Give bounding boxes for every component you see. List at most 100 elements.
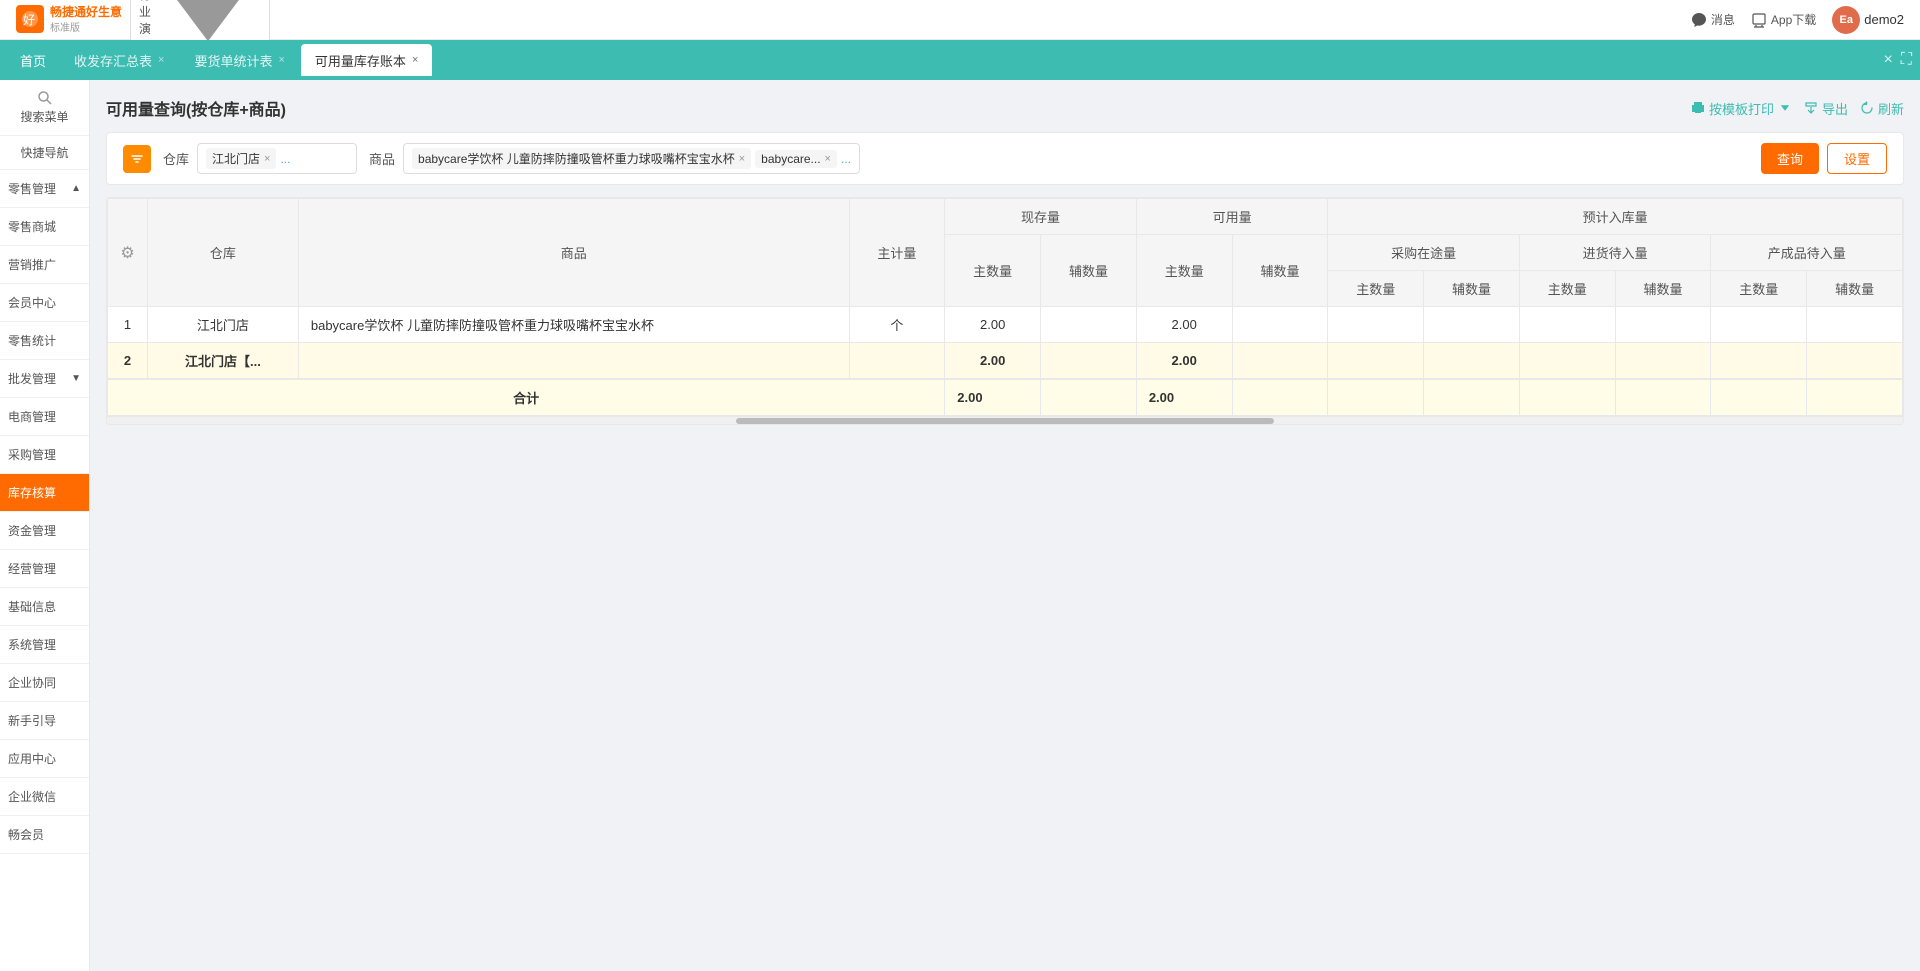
print-template-btn[interactable]: 按模板打印 xyxy=(1691,99,1792,118)
sidebar-search[interactable]: 搜索菜单 xyxy=(0,80,89,136)
sidebar-item-sys-mgmt[interactable]: 系统管理 xyxy=(0,626,89,664)
sidebar-item-newbie[interactable]: 新手引导 xyxy=(0,702,89,740)
column-settings-icon[interactable]: ⚙ xyxy=(120,245,134,262)
th-stock-main: 主数量 xyxy=(945,235,1041,307)
th-incoming-aux: 辅数量 xyxy=(1615,271,1711,307)
sidebar-item-label: 经营管理 xyxy=(8,560,56,577)
row-product: babycare学饮杯 儿童防摔防撞吸管杯重力球吸嘴杯宝宝水杯 xyxy=(298,307,849,343)
avatar: Ea xyxy=(1832,6,1860,34)
sidebar-item-label: 系统管理 xyxy=(8,636,56,653)
tab-order-stat-label: 要货单统计表 xyxy=(194,51,272,70)
table-header-row-1: ⚙ 仓库 商品 主计量 现存量 可用量 预计入库量 xyxy=(108,199,1903,235)
brand-name: 畅捷通好生意 xyxy=(50,5,122,19)
table-subtotal-row: 2 江北门店【... 2.00 2.00 xyxy=(108,343,1903,380)
subtotal-purchase-main xyxy=(1328,343,1424,380)
th-available: 可用量 xyxy=(1136,199,1328,235)
table-row: 1 江北门店 babycare学饮杯 儿童防摔防撞吸管杯重力球吸嘴杯宝宝水杯 个… xyxy=(108,307,1903,343)
avatar-initials: Ea xyxy=(1840,14,1853,26)
message-btn[interactable]: 消息 xyxy=(1691,11,1735,28)
sidebar-item-wholesale-mgmt[interactable]: 批发管理 ▼ xyxy=(0,360,89,398)
total-stock-main: 2.00 xyxy=(945,379,1041,416)
sidebar-item-app-center[interactable]: 应用中心 xyxy=(0,740,89,778)
warehouse-more[interactable]: ... xyxy=(280,152,290,166)
sidebar-item-base-info[interactable]: 基础信息 xyxy=(0,588,89,626)
sidebar-item-retail-mgmt[interactable]: 零售管理 ▲ xyxy=(0,170,89,208)
sidebar-item-enterprise[interactable]: 企业协同 xyxy=(0,664,89,702)
product-more[interactable]: ... xyxy=(841,152,851,166)
query-button[interactable]: 查询 xyxy=(1761,143,1819,174)
export-label: 导出 xyxy=(1822,99,1848,118)
sidebar-item-label: 畅会员 xyxy=(8,826,44,843)
sidebar-item-label: 新手引导 xyxy=(8,712,56,729)
tab-home[interactable]: 首页 xyxy=(8,44,58,76)
sidebar-item-purchase-mgmt[interactable]: 采购管理 xyxy=(0,436,89,474)
sidebar-item-label: 库存核算 xyxy=(8,484,56,501)
page-title: 可用量查询(按仓库+商品) xyxy=(106,96,286,120)
subtotal-unit xyxy=(849,343,945,380)
th-avail-main: 主数量 xyxy=(1136,235,1232,307)
product-filter-input[interactable]: babycare学饮杯 儿童防摔防撞吸管杯重力球吸嘴杯宝宝水杯 × babyca… xyxy=(403,143,860,174)
user-profile[interactable]: Ea demo2 xyxy=(1832,6,1904,34)
sidebar-item-enterprise-wechat[interactable]: 企业微信 xyxy=(0,778,89,816)
settings-button[interactable]: 设置 xyxy=(1827,143,1887,174)
message-label: 消息 xyxy=(1711,11,1735,28)
tab-close-all[interactable]: × xyxy=(1883,51,1892,69)
subtotal-incoming-main xyxy=(1519,343,1615,380)
data-table: ⚙ 仓库 商品 主计量 现存量 可用量 预计入库量 主数量 辅数量 xyxy=(107,198,1903,416)
sidebar-item-inventory[interactable]: 库存核算 xyxy=(0,474,89,512)
row-unit: 个 xyxy=(849,307,945,343)
tab-available[interactable]: 可用量库存账本 × xyxy=(301,44,432,76)
row-finished-aux xyxy=(1807,307,1903,343)
sidebar-item-vip[interactable]: 畅会员 xyxy=(0,816,89,854)
refresh-btn[interactable]: 刷新 xyxy=(1860,99,1904,118)
brand-icon: 好 xyxy=(16,5,44,33)
product-tag-close[interactable]: × xyxy=(739,153,745,165)
print-label: 按模板打印 xyxy=(1709,99,1774,118)
sidebar-item-member[interactable]: 会员中心 xyxy=(0,284,89,322)
export-btn[interactable]: 导出 xyxy=(1804,99,1848,118)
subtotal-product xyxy=(298,343,849,380)
sidebar-item-ecom-mgmt[interactable]: 电商管理 xyxy=(0,398,89,436)
warehouse-tag-close[interactable]: × xyxy=(264,153,270,165)
sidebar-item-label: 采购管理 xyxy=(8,446,56,463)
th-warehouse: 仓库 xyxy=(148,199,299,307)
tab-order-stat-close[interactable]: × xyxy=(278,54,284,66)
refresh-label: 刷新 xyxy=(1878,99,1904,118)
th-purchase-main: 主数量 xyxy=(1328,271,1424,307)
sidebar: 搜索菜单 快捷导航 零售管理 ▲ 零售商城 营销推广 会员中心 零售统计 批发管… xyxy=(0,80,90,971)
sidebar-item-finance-mgmt[interactable]: 资金管理 xyxy=(0,512,89,550)
table-container: ⚙ 仓库 商品 主计量 现存量 可用量 预计入库量 主数量 辅数量 xyxy=(106,197,1904,425)
table-footer: 合计 2.00 2.00 xyxy=(108,379,1903,416)
sidebar-item-marketing[interactable]: 营销推广 xyxy=(0,246,89,284)
tab-receive[interactable]: 收发存汇总表 × xyxy=(60,44,178,76)
product-filter-label: 商品 xyxy=(369,149,395,168)
scroll-thumb[interactable] xyxy=(736,418,1275,424)
sidebar-item-retail-stats[interactable]: 零售统计 xyxy=(0,322,89,360)
product-tag-2-close[interactable]: × xyxy=(825,153,831,165)
app-download-btn[interactable]: App下载 xyxy=(1751,11,1816,28)
row-purchase-aux xyxy=(1424,307,1520,343)
sidebar-quick-nav[interactable]: 快捷导航 xyxy=(0,136,89,170)
tab-actions: × ⛶ xyxy=(1883,51,1912,69)
tab-available-close[interactable]: × xyxy=(412,54,418,66)
warehouse-tag: 江北门店 × xyxy=(206,148,276,169)
row-num: 1 xyxy=(108,307,148,343)
scroll-hint xyxy=(107,416,1903,424)
th-incoming-main: 主数量 xyxy=(1519,271,1615,307)
tab-expand[interactable]: ⛶ xyxy=(1901,51,1912,69)
sidebar-item-ops-mgmt[interactable]: 经营管理 xyxy=(0,550,89,588)
filter-toggle-btn[interactable] xyxy=(123,145,151,173)
sidebar-item-label: 企业微信 xyxy=(8,788,56,805)
sidebar-item-label: 零售管理 xyxy=(8,180,56,197)
sidebar-item-retail-mall[interactable]: 零售商城 xyxy=(0,208,89,246)
svg-text:好: 好 xyxy=(23,13,35,27)
tab-order-stat[interactable]: 要货单统计表 × xyxy=(180,44,298,76)
tab-receive-close[interactable]: × xyxy=(158,54,164,66)
sidebar-item-label: 会员中心 xyxy=(8,294,56,311)
th-stock-aux: 辅数量 xyxy=(1041,235,1137,307)
warehouse-filter-input[interactable]: 江北门店 × ... xyxy=(197,143,357,174)
sidebar-item-label: 企业协同 xyxy=(8,674,56,691)
sidebar-item-label: 零售统计 xyxy=(8,332,56,349)
brand-sub: 标准版 xyxy=(50,19,122,34)
th-product: 商品 xyxy=(298,199,849,307)
